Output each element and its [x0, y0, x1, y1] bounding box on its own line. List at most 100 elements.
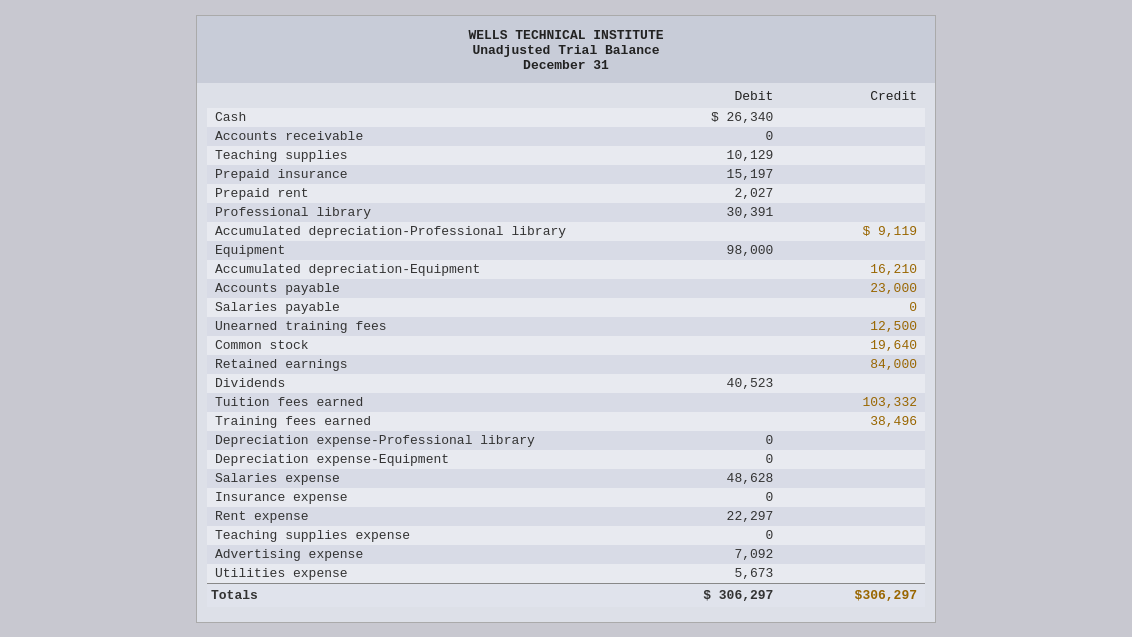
row-credit — [781, 374, 925, 393]
row-label: Utilities expense — [207, 564, 638, 584]
row-label: Accounts receivable — [207, 127, 638, 146]
row-credit — [781, 241, 925, 260]
table-row: Equipment98,000 — [207, 241, 925, 260]
table-row: Salaries payable 0 — [207, 298, 925, 317]
row-credit: 16,210 — [781, 260, 925, 279]
table-row: Accounts payable 23,000 — [207, 279, 925, 298]
row-label: Insurance expense — [207, 488, 638, 507]
row-debit: 98,000 — [638, 241, 782, 260]
table-row: Accumulated depreciation-Equipment 16,210 — [207, 260, 925, 279]
header-line3: December 31 — [217, 58, 915, 73]
row-credit: 103,332 — [781, 393, 925, 412]
row-credit — [781, 108, 925, 127]
main-container: WELLS TECHNICAL INSTITUTE Unadjusted Tri… — [196, 15, 936, 623]
row-credit: 84,000 — [781, 355, 925, 374]
table-row: Cash$ 26,340 — [207, 108, 925, 127]
table-row: Accounts receivable0 — [207, 127, 925, 146]
row-credit — [781, 564, 925, 584]
row-credit — [781, 431, 925, 450]
table-row: Depreciation expense-Professional librar… — [207, 431, 925, 450]
totals-label: Totals — [207, 583, 638, 607]
row-label: Rent expense — [207, 507, 638, 526]
column-header-row: Debit Credit — [207, 85, 925, 108]
row-debit — [638, 317, 782, 336]
row-credit: 19,640 — [781, 336, 925, 355]
row-debit: 48,628 — [638, 469, 782, 488]
row-debit: 0 — [638, 431, 782, 450]
row-credit — [781, 127, 925, 146]
row-credit — [781, 203, 925, 222]
row-credit — [781, 526, 925, 545]
row-label: Salaries payable — [207, 298, 638, 317]
label-column-header — [207, 85, 638, 108]
row-label: Cash — [207, 108, 638, 127]
table-row: Rent expense22,297 — [207, 507, 925, 526]
row-credit: 38,496 — [781, 412, 925, 431]
header-line1: WELLS TECHNICAL INSTITUTE — [217, 28, 915, 43]
table-row: Teaching supplies expense0 — [207, 526, 925, 545]
row-label: Accumulated depreciation-Professional li… — [207, 222, 638, 241]
row-debit: 7,092 — [638, 545, 782, 564]
row-credit: 12,500 — [781, 317, 925, 336]
table-row: Dividends40,523 — [207, 374, 925, 393]
row-debit — [638, 260, 782, 279]
row-debit: 40,523 — [638, 374, 782, 393]
row-label: Teaching supplies — [207, 146, 638, 165]
row-label: Prepaid rent — [207, 184, 638, 203]
row-credit: $ 9,119 — [781, 222, 925, 241]
row-credit — [781, 488, 925, 507]
row-label: Common stock — [207, 336, 638, 355]
row-debit: 0 — [638, 450, 782, 469]
row-label: Depreciation expense-Professional librar… — [207, 431, 638, 450]
row-label: Prepaid insurance — [207, 165, 638, 184]
table-row: Accumulated depreciation-Professional li… — [207, 222, 925, 241]
row-debit: 0 — [638, 127, 782, 146]
table-row: Utilities expense5,673 — [207, 564, 925, 584]
row-label: Accumulated depreciation-Equipment — [207, 260, 638, 279]
row-credit — [781, 469, 925, 488]
row-label: Training fees earned — [207, 412, 638, 431]
debit-column-header: Debit — [638, 85, 782, 108]
table-row: Prepaid rent2,027 — [207, 184, 925, 203]
row-debit: 5,673 — [638, 564, 782, 584]
table-row: Unearned training fees 12,500 — [207, 317, 925, 336]
table-row: Retained earnings 84,000 — [207, 355, 925, 374]
row-debit — [638, 298, 782, 317]
row-debit — [638, 336, 782, 355]
table-row: Salaries expense48,628 — [207, 469, 925, 488]
row-credit: 23,000 — [781, 279, 925, 298]
row-debit: $ 26,340 — [638, 108, 782, 127]
row-debit: 0 — [638, 526, 782, 545]
table-row: Professional library30,391 — [207, 203, 925, 222]
row-label: Salaries expense — [207, 469, 638, 488]
row-debit: 10,129 — [638, 146, 782, 165]
row-label: Equipment — [207, 241, 638, 260]
table-row: Advertising expense7,092 — [207, 545, 925, 564]
table-row: Prepaid insurance15,197 — [207, 165, 925, 184]
totals-debit: $ 306,297 — [638, 583, 782, 607]
row-credit — [781, 165, 925, 184]
row-label: Dividends — [207, 374, 638, 393]
credit-column-header: Credit — [781, 85, 925, 108]
row-label: Tuition fees earned — [207, 393, 638, 412]
row-label: Unearned training fees — [207, 317, 638, 336]
row-credit — [781, 146, 925, 165]
row-debit — [638, 393, 782, 412]
row-label: Accounts payable — [207, 279, 638, 298]
table-area: Debit Credit Cash$ 26,340Accounts receiv… — [197, 85, 935, 622]
row-label: Teaching supplies expense — [207, 526, 638, 545]
table-row: Common stock 19,640 — [207, 336, 925, 355]
table-row: Training fees earned 38,496 — [207, 412, 925, 431]
row-credit: 0 — [781, 298, 925, 317]
row-credit — [781, 545, 925, 564]
row-label: Advertising expense — [207, 545, 638, 564]
row-debit — [638, 279, 782, 298]
row-credit — [781, 184, 925, 203]
totals-credit: $306,297 — [781, 583, 925, 607]
row-debit — [638, 222, 782, 241]
table-row: Insurance expense0 — [207, 488, 925, 507]
row-label: Retained earnings — [207, 355, 638, 374]
report-header: WELLS TECHNICAL INSTITUTE Unadjusted Tri… — [197, 16, 935, 83]
row-label: Professional library — [207, 203, 638, 222]
row-debit: 15,197 — [638, 165, 782, 184]
